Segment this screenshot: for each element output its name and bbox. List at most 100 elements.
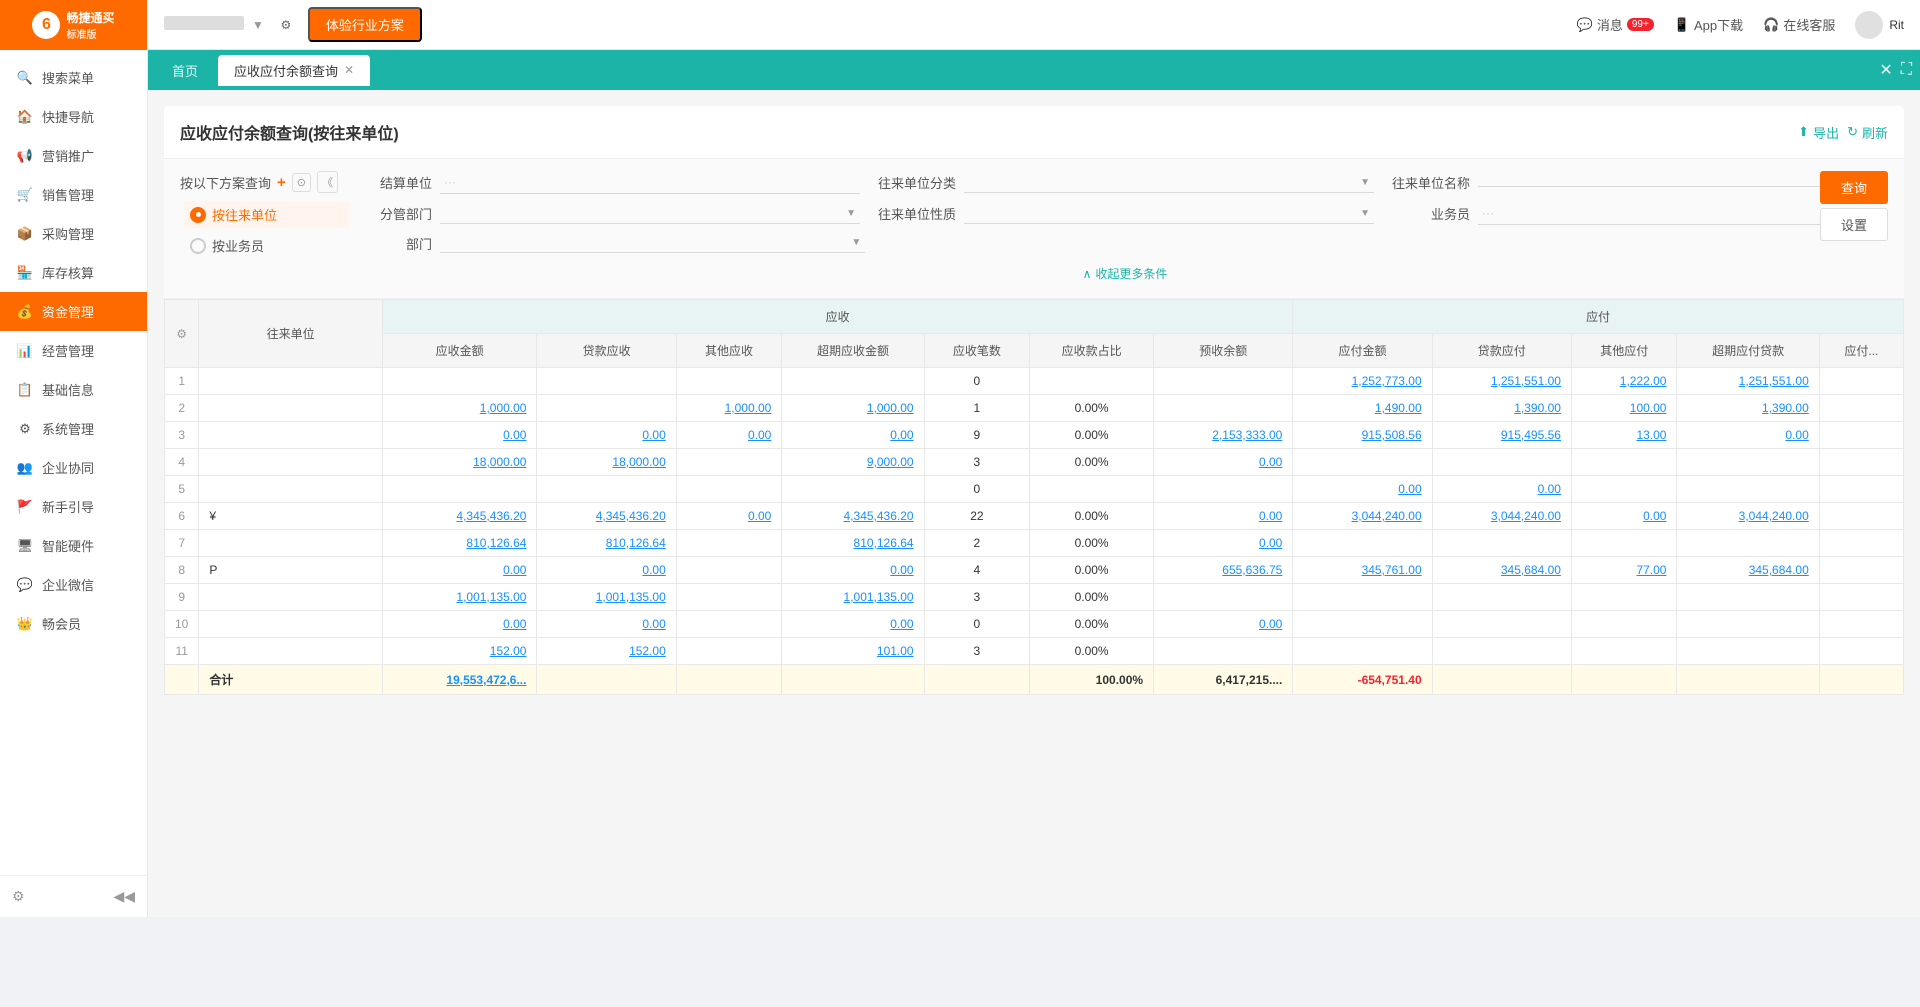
sidebar-label-search: 搜索菜单 — [42, 68, 94, 87]
collapse-up-icon: ∧ — [1083, 267, 1092, 281]
filter-salesman: 业务员 ··· — [1390, 202, 1888, 225]
loan-ar-header: 贷款应收 — [537, 334, 676, 368]
table-settings-icon[interactable]: ⚙ — [176, 327, 187, 341]
loan-ap-header: 贷款应付 — [1432, 334, 1571, 368]
table-row: 91,001,135.001,001,135.001,001,135.0030.… — [165, 584, 1904, 611]
unit-nature-input[interactable]: ▼ — [964, 204, 1374, 224]
tab-close-window-btn[interactable]: ✕ — [1879, 60, 1892, 80]
settlement-label: 结算单位 — [362, 173, 432, 192]
message-btn[interactable]: 💬 消息 99+ — [1577, 15, 1654, 34]
sidebar-label-base: 基础信息 — [42, 380, 94, 399]
guide-icon: 🚩 — [16, 498, 34, 516]
sidebar-bottom: ⚙ ◀◀ — [0, 875, 147, 917]
other-ap-header: 其他应付 — [1571, 334, 1677, 368]
footer-prepaid: 6,417,215.... — [1154, 665, 1293, 695]
tab-close-icon[interactable]: ✕ — [344, 63, 354, 77]
footer-row: 合计 19,553,472,6... 100.00% 6,417,215....… — [165, 665, 1904, 695]
promo-button[interactable]: 体验行业方案 — [308, 7, 422, 42]
sidebar-item-member[interactable]: 👑 畅会员 — [0, 604, 147, 643]
sidebar-item-quicknav[interactable]: 🏠 快捷导航 — [0, 97, 147, 136]
filter-dept-manager: 分管部门 ▼ — [362, 204, 860, 224]
scheme-unit-label: 按往来单位 — [212, 205, 277, 224]
sidebar-label-coop: 企业协同 — [42, 458, 94, 477]
top-header: ▼ ⚙ 体验行业方案 💬 消息 99+ 📱 App下载 🎧 在线客服 Rit — [148, 0, 1920, 50]
unit-category-input[interactable]: ▼ — [964, 173, 1374, 193]
gear-icon[interactable]: ⚙ — [272, 11, 300, 39]
unit-nature-label: 往来单位性质 — [876, 204, 956, 223]
sidebar-item-guide[interactable]: 🚩 新手引导 — [0, 487, 147, 526]
sales-icon: 🛒 — [16, 186, 34, 204]
col-group-row: ⚙ 往来单位 应收 应付 — [165, 300, 1904, 334]
collapse-label: 收起更多条件 — [1095, 265, 1167, 282]
app-download-btn[interactable]: 📱 App下载 — [1674, 15, 1743, 34]
service-btn[interactable]: 🎧 在线客服 — [1763, 15, 1835, 34]
footer-ap-amount: -654,751.40 — [1293, 665, 1432, 695]
settings-button[interactable]: 设置 — [1820, 208, 1888, 241]
dropdown-arrow[interactable]: ▼ — [252, 18, 264, 32]
export-icon: ⬆ — [1798, 124, 1809, 140]
footer-ar-ratio: 100.00% — [1030, 665, 1154, 695]
service-label: 在线客服 — [1783, 15, 1835, 34]
query-button[interactable]: 查询 — [1820, 171, 1888, 204]
tab-ar-ap[interactable]: 应收应付余额查询 ✕ — [218, 55, 370, 86]
page-header-actions: ⬆ 导出 ↻ 刷新 — [1798, 123, 1888, 142]
dept-input[interactable]: ▼ — [440, 233, 865, 253]
sidebar-item-finance[interactable]: 💰 资金管理 — [0, 292, 147, 331]
user-area[interactable]: Rit — [1855, 11, 1904, 39]
sidebar-item-base[interactable]: 📋 基础信息 — [0, 370, 147, 409]
table-row: 500.000.00 — [165, 476, 1904, 503]
filter-action-buttons: 查询 设置 — [1820, 171, 1888, 241]
sidebar-settings-btn[interactable]: ⚙ — [12, 888, 25, 905]
sidebar-label-system: 系统管理 — [42, 419, 94, 438]
add-scheme-btn[interactable]: + — [277, 174, 286, 191]
refresh-icon: ↻ — [1847, 124, 1858, 140]
sidebar-item-search[interactable]: 🔍 搜索菜单 — [0, 58, 147, 97]
filter-row-3: 部门 ▼ — [362, 233, 1888, 253]
table-footer: 合计 19,553,472,6... 100.00% 6,417,215....… — [165, 665, 1904, 695]
sidebar-item-marketing[interactable]: 📢 营销推广 — [0, 136, 147, 175]
scheme-by-staff[interactable]: 按业务员 — [184, 232, 350, 259]
page-title: 应收应付余额查询(按往来单位) — [180, 120, 399, 144]
scheme-collapse-icon[interactable]: 《 — [317, 171, 338, 193]
footer-ar-amount: 19,553,472,6... — [382, 665, 537, 695]
scheme-by-unit[interactable]: 按往来单位 — [184, 201, 350, 228]
scheme-staff-label: 按业务员 — [212, 236, 264, 255]
footer-label: 合计 — [199, 665, 383, 695]
sidebar-item-inventory[interactable]: 🏪 库存核算 — [0, 253, 147, 292]
ar-amount-header: 应收金额 — [382, 334, 537, 368]
sidebar-collapse-btn[interactable]: ◀◀ — [113, 888, 135, 905]
sidebar-label-sales: 销售管理 — [42, 185, 94, 204]
prepaid-header: 预收余额 — [1154, 334, 1293, 368]
refresh-btn[interactable]: ↻ 刷新 — [1847, 123, 1888, 142]
sidebar-logo: 6 畅捷通买 标准版 — [0, 0, 147, 50]
scheme-settings-icon[interactable]: ⊙ — [292, 173, 311, 192]
sidebar-nav: 🔍 搜索菜单 🏠 快捷导航 📢 营销推广 🛒 销售管理 📦 采购管理 🏪 库存核… — [0, 50, 147, 875]
export-btn[interactable]: ⬆ 导出 — [1798, 123, 1839, 142]
sidebar-item-sales[interactable]: 🛒 销售管理 — [0, 175, 147, 214]
sidebar-item-business[interactable]: 📊 经营管理 — [0, 331, 147, 370]
service-icon: 🎧 — [1763, 17, 1779, 33]
inventory-icon: 🏪 — [16, 264, 34, 282]
sidebar-item-purchase[interactable]: 📦 采购管理 — [0, 214, 147, 253]
header-left: ▼ ⚙ 体验行业方案 — [164, 7, 422, 42]
search-icon: 🔍 — [16, 69, 34, 87]
export-label: 导出 — [1813, 123, 1839, 142]
sidebar-item-hardware[interactable]: 🖥 智能硬件 — [0, 526, 147, 565]
table-row: 8P0.000.000.0040.00%655,636.75345,761.00… — [165, 557, 1904, 584]
table-row: 101,252,773.001,251,551.001,222.001,251,… — [165, 368, 1904, 395]
filter-settlement: 结算单位 ··· — [362, 171, 860, 194]
coop-icon: 👥 — [16, 459, 34, 477]
ar-group-header: 应收 — [382, 300, 1292, 334]
dept-manager-input[interactable]: ▼ — [440, 204, 860, 224]
sidebar-item-wechat[interactable]: 💬 企业微信 — [0, 565, 147, 604]
tab-expand-btn[interactable]: ⛶ — [1901, 61, 1912, 79]
settlement-input[interactable]: ··· — [440, 171, 860, 194]
tab-home[interactable]: 首页 — [156, 55, 214, 86]
sidebar-item-system[interactable]: ⚙ 系统管理 — [0, 409, 147, 448]
sidebar-label-member: 畅会员 — [42, 614, 81, 633]
settings-col-header: ⚙ — [165, 300, 199, 368]
collapse-btn[interactable]: ∧ 收起更多条件 — [1083, 265, 1168, 282]
breadcrumb — [164, 16, 244, 33]
sidebar-item-coop[interactable]: 👥 企业协同 — [0, 448, 147, 487]
tab-ar-ap-label: 应收应付余额查询 — [234, 61, 338, 80]
